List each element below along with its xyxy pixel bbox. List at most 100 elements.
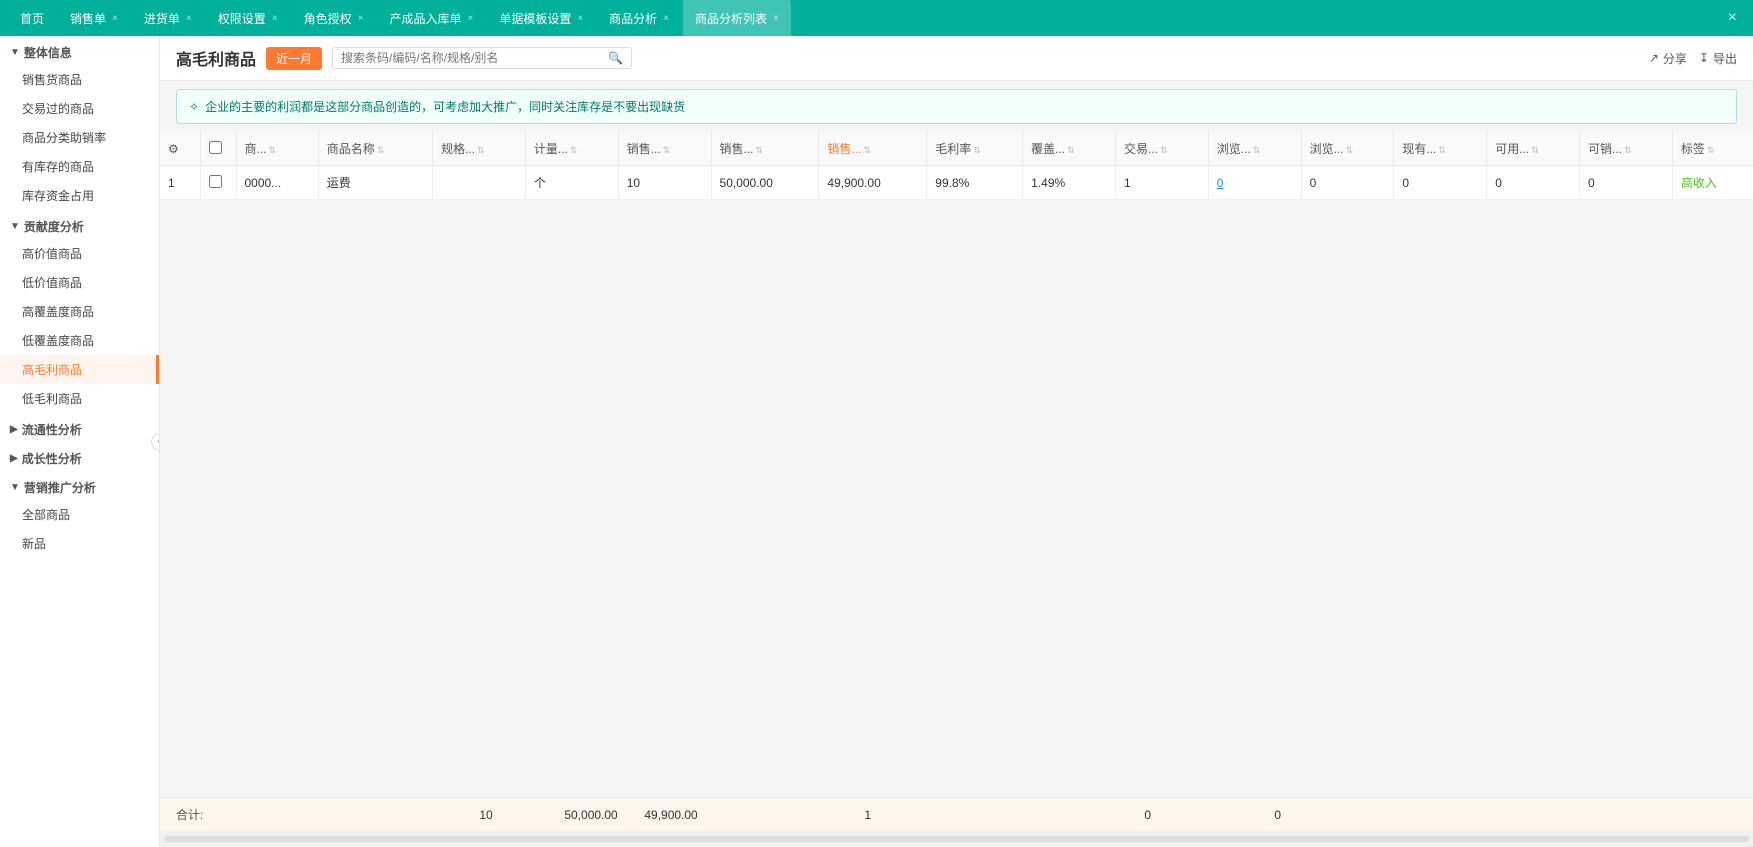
arrow-contribution-icon: ▼: [10, 221, 20, 232]
sidebar-item-in-stock[interactable]: 有库存的商品: [0, 152, 159, 181]
col-sales-cost[interactable]: 销售...⇅: [819, 132, 927, 166]
sidebar-item-new-goods[interactable]: 新品: [0, 529, 159, 558]
arrow-overall-icon: ▼: [10, 47, 20, 58]
nav-close-permission[interactable]: ×: [272, 13, 278, 24]
cell-views2: 0: [1301, 166, 1394, 200]
col-transactions[interactable]: 交易...⇅: [1115, 132, 1208, 166]
arrow-marketing-icon: ▼: [10, 482, 20, 493]
footer-stock-available: 0: [1266, 808, 1346, 822]
sidebar-item-low-coverage[interactable]: 低覆盖度商品: [0, 326, 159, 355]
nav-close-role[interactable]: ×: [358, 13, 364, 24]
nav-close-analysis-list[interactable]: ×: [773, 13, 779, 24]
sidebar-item-high-coverage[interactable]: 高覆盖度商品: [0, 297, 159, 326]
content-header: 高毛利商品 近一月 🔍 ↗ 分享 ↧ 导出: [160, 36, 1753, 81]
col-sales-qty[interactable]: 销售...⇅: [618, 132, 711, 166]
col-code[interactable]: 商...⇅: [236, 132, 318, 166]
sidebar-group-contribution[interactable]: ▼ 贡献度分析: [0, 210, 159, 239]
col-name[interactable]: 商品名称⇅: [318, 132, 432, 166]
col-sales-amt[interactable]: 销售...⇅: [711, 132, 819, 166]
col-spec[interactable]: 规格...⇅: [433, 132, 526, 166]
cell-checkbox[interactable]: [200, 166, 236, 200]
nav-label-role: 角色授权: [304, 10, 352, 27]
main-layout: « ▼ 整体信息 销售货商品 交易过的商品 商品分类助销率 有库存的商品 库存资…: [0, 36, 1753, 847]
table-header-row: ⚙ 商...⇅ 商品名称⇅ 规格...⇅ 计量...⇅ 销售...⇅ 销售...…: [160, 132, 1753, 166]
cell-views1[interactable]: 0: [1208, 166, 1301, 200]
nav-item-analysis-list[interactable]: 商品分析列表 ×: [683, 0, 791, 36]
nav-close-analysis[interactable]: ×: [663, 13, 669, 24]
nav-label-purchase: 进货单: [144, 10, 180, 27]
nav-close-purchase[interactable]: ×: [186, 13, 192, 24]
col-views2[interactable]: 浏览...⇅: [1301, 132, 1394, 166]
col-settings[interactable]: ⚙: [160, 132, 200, 166]
nav-close-product-in[interactable]: ×: [467, 13, 473, 24]
sidebar-item-high-margin[interactable]: 高毛利商品: [0, 355, 159, 384]
col-stock-available[interactable]: 可用...⇅: [1487, 132, 1580, 166]
table-container[interactable]: ⚙ 商...⇅ 商品名称⇅ 规格...⇅ 计量...⇅ 销售...⇅ 销售...…: [160, 132, 1753, 847]
cell-coverage: 1.49%: [1023, 166, 1116, 200]
nav-item-analysis[interactable]: 商品分析 ×: [597, 0, 681, 36]
bottom-scrollbar[interactable]: [160, 831, 1753, 847]
sidebar-item-low-margin[interactable]: 低毛利商品: [0, 384, 159, 413]
share-icon: ↗: [1649, 51, 1659, 65]
sidebar-item-stock-funds[interactable]: 库存资金占用: [0, 181, 159, 210]
export-button[interactable]: ↧ 导出: [1699, 50, 1737, 67]
nav-close-sales[interactable]: ×: [112, 13, 118, 24]
col-checkbox[interactable]: [200, 132, 236, 166]
sidebar: « ▼ 整体信息 销售货商品 交易过的商品 商品分类助销率 有库存的商品 库存资…: [0, 36, 160, 847]
sidebar-group-marketing[interactable]: ▼ 营销推广分析: [0, 471, 159, 500]
nav-label-product-in: 产成品入库单: [389, 10, 461, 27]
nav-label-template: 单据模板设置: [499, 10, 571, 27]
page-title: 高毛利商品: [176, 46, 256, 70]
sidebar-item-sales-goods[interactable]: 销售货商品: [0, 65, 159, 94]
nav-label-permission: 权限设置: [218, 10, 266, 27]
col-unit[interactable]: 计量...⇅: [525, 132, 618, 166]
col-tag[interactable]: 标签⇅: [1672, 132, 1753, 166]
nav-close-template[interactable]: ×: [577, 13, 583, 24]
search-input[interactable]: [341, 51, 604, 65]
footer-sales-amt: 50,000.00: [556, 808, 636, 822]
cell-spec: [433, 166, 526, 200]
nav-item-home[interactable]: 首页: [8, 0, 56, 36]
col-gross-margin[interactable]: 毛利率⇅: [927, 132, 1023, 166]
sidebar-item-category-rate[interactable]: 商品分类助销率: [0, 123, 159, 152]
scrollbar-track[interactable]: [164, 836, 1749, 842]
sidebar-item-low-value[interactable]: 低价值商品: [0, 268, 159, 297]
info-banner: ✧ 企业的主要的利润都是这部分商品创造的，可考虑加大推广，同时关注库存是不要出现…: [176, 89, 1737, 124]
col-stock-sellable[interactable]: 可销...⇅: [1580, 132, 1673, 166]
nav-item-sales[interactable]: 销售单 ×: [58, 0, 130, 36]
info-icon: ✧: [189, 100, 199, 114]
window-close-icon[interactable]: ×: [1720, 9, 1745, 27]
cell-stock-current: 0: [1394, 166, 1487, 200]
nav-label-sales: 销售单: [70, 10, 106, 27]
nav-item-product-in[interactable]: 产成品入库单 ×: [377, 0, 485, 36]
nav-item-role[interactable]: 角色授权 ×: [292, 0, 376, 36]
share-button[interactable]: ↗ 分享: [1649, 50, 1687, 67]
footer-label: 合计:: [176, 806, 203, 823]
cell-stock-available: 0: [1487, 166, 1580, 200]
nav-item-purchase[interactable]: 进货单 ×: [132, 0, 204, 36]
cell-index: 1: [160, 166, 200, 200]
row-checkbox[interactable]: [209, 175, 222, 188]
col-views1[interactable]: 浏览...⇅: [1208, 132, 1301, 166]
sidebar-group-contribution-label: 贡献度分析: [24, 218, 84, 235]
arrow-growth-icon: ▶: [10, 453, 18, 464]
sidebar-group-growth[interactable]: ▶ 成长性分析: [0, 442, 159, 471]
filter-recent-month-button[interactable]: 近一月: [266, 47, 322, 70]
sidebar-item-traded-goods[interactable]: 交易过的商品: [0, 94, 159, 123]
cell-stock-sellable: 0: [1580, 166, 1673, 200]
footer-stock-current: 0: [1136, 808, 1216, 822]
nav-item-template[interactable]: 单据模板设置 ×: [487, 0, 595, 36]
col-stock-current[interactable]: 现有...⇅: [1394, 132, 1487, 166]
header-actions: ↗ 分享 ↧ 导出: [1649, 50, 1737, 67]
nav-item-permission[interactable]: 权限设置 ×: [206, 0, 290, 36]
sidebar-item-high-value[interactable]: 高价值商品: [0, 239, 159, 268]
cell-transactions: 1: [1115, 166, 1208, 200]
search-icon[interactable]: 🔍: [608, 51, 623, 65]
col-coverage[interactable]: 覆盖...⇅: [1023, 132, 1116, 166]
sidebar-group-overall[interactable]: ▼ 整体信息: [0, 36, 159, 65]
sidebar-item-all-goods[interactable]: 全部商品: [0, 500, 159, 529]
cell-name: 运费: [318, 166, 432, 200]
sidebar-group-liquidity[interactable]: ▶ 流通性分析: [0, 413, 159, 442]
cell-unit: 个: [525, 166, 618, 200]
select-all-checkbox[interactable]: [209, 141, 222, 154]
